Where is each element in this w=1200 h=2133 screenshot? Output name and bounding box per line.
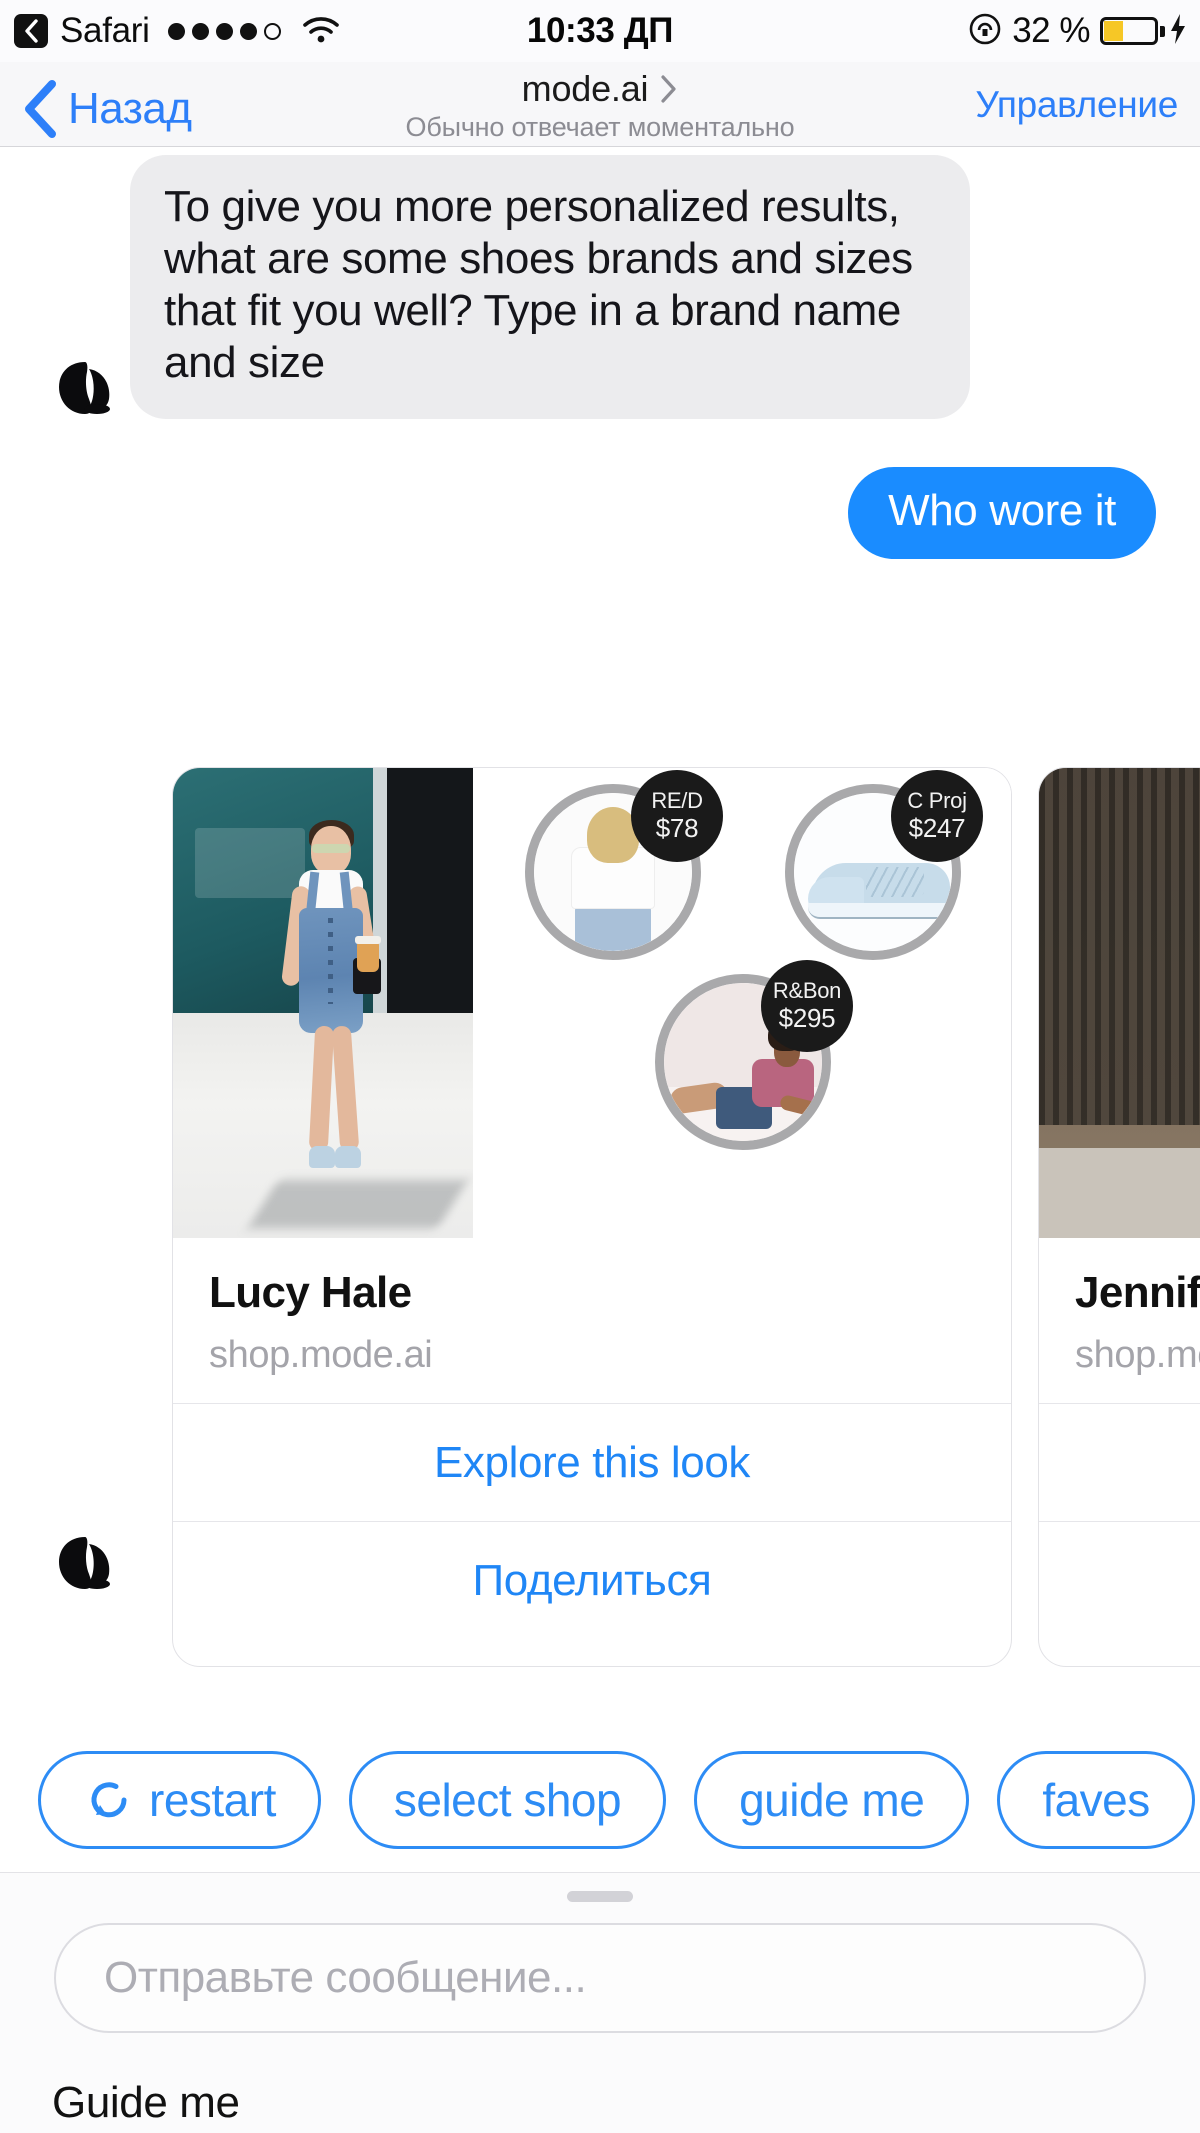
composer-bar: Отправьте сообщение... Guide me <box>0 1872 1200 2133</box>
refresh-icon <box>91 1782 127 1818</box>
product-brand: RE/D <box>651 788 703 814</box>
battery-icon <box>1100 17 1165 45</box>
card-hero <box>1039 768 1200 1238</box>
message-row-outgoing: Who wore it <box>848 467 1156 560</box>
card-hero: RE/D $78 C Proj $247 R&Bon $295 <box>173 768 1011 1238</box>
chevron-right-icon <box>661 75 676 103</box>
message-list[interactable]: To give you more personalized results, w… <box>0 147 1200 1723</box>
product-price-badge[interactable]: C Proj $247 <box>891 770 983 862</box>
look-photo <box>173 768 473 1238</box>
product-card-carousel[interactable]: RE/D $78 C Proj $247 R&Bon $295 Lucy Hal… <box>0 767 1200 1697</box>
quick-reply-label: select shop <box>393 1774 622 1826</box>
quick-reply-label: restart <box>149 1774 276 1826</box>
message-bubble-incoming[interactable]: To give you more personalized results, w… <box>130 155 970 419</box>
messenger-screen: Safari 10:33 ДП 32 % Назад mode.ai Обычн… <box>0 0 1200 2133</box>
explore-this-look-button[interactable]: Explore this look <box>173 1404 1011 1522</box>
lightning-bolt-icon <box>1168 13 1188 50</box>
product-brand: R&Bon <box>772 978 842 1004</box>
rotation-lock-icon <box>968 12 1002 51</box>
quick-reply-label: guide me <box>739 1774 925 1826</box>
quick-reply-restart[interactable]: restart <box>38 1751 321 1849</box>
message-input-placeholder: Отправьте сообщение... <box>104 1953 587 2002</box>
quick-reply-select-shop[interactable]: select shop <box>348 1751 667 1849</box>
card-title: Jennifer <box>1075 1268 1200 1317</box>
avatar <box>54 357 116 419</box>
manage-button[interactable]: Управление <box>975 84 1178 126</box>
status-bar-right: 32 % <box>968 11 1200 51</box>
product-price: $78 <box>655 812 699 843</box>
mode-ai-avatar-icon <box>59 361 110 414</box>
bottom-hint-text: Guide me <box>52 2078 240 2127</box>
message-text: Who wore it <box>888 486 1116 535</box>
product-price-badge[interactable]: RE/D $78 <box>631 770 723 862</box>
page-title: mode.ai <box>521 68 649 109</box>
product-price: $295 <box>778 1002 836 1033</box>
product-card[interactable]: Jennifer shop.mode.ai <box>1038 767 1200 1667</box>
explore-this-look-button[interactable] <box>1039 1404 1200 1522</box>
card-text-block: Jennifer shop.mode.ai <box>1039 1238 1200 1404</box>
status-bar: Safari 10:33 ДП 32 % <box>0 0 1200 62</box>
product-brand: C Proj <box>907 788 967 814</box>
message-input[interactable]: Отправьте сообщение... <box>54 1923 1146 2033</box>
battery-percent-label: 32 % <box>1012 11 1090 50</box>
product-card[interactable]: RE/D $78 C Proj $247 R&Bon $295 Lucy Hal… <box>172 767 1012 1667</box>
quick-reply-bar[interactable]: restart select shop guide me faves <box>0 1740 1200 1860</box>
share-button[interactable]: Поделиться <box>173 1522 1011 1640</box>
conversation-subtitle: Обычно отвечает моментально <box>405 112 795 142</box>
card-title: Lucy Hale <box>209 1268 412 1317</box>
quick-reply-label: faves <box>1042 1774 1150 1826</box>
navigation-bar: Назад mode.ai Обычно отвечает моментальн… <box>0 62 1200 147</box>
message-text: To give you more personalized results, w… <box>164 182 913 387</box>
drag-handle-icon[interactable] <box>567 1891 633 1902</box>
card-text-block: Lucy Hale shop.mode.ai <box>173 1238 1011 1404</box>
product-thumbnails: RE/D $78 C Proj $247 R&Bon $295 <box>473 768 1011 1238</box>
card-subtitle: shop.mode.ai <box>209 1334 433 1376</box>
product-price: $247 <box>908 812 966 843</box>
conversation-title-row: mode.ai <box>522 68 679 110</box>
quick-reply-faves[interactable]: faves <box>997 1751 1195 1849</box>
share-button[interactable] <box>1039 1522 1200 1640</box>
message-row-incoming: To give you more personalized results, w… <box>54 155 970 419</box>
message-bubble-outgoing[interactable]: Who wore it <box>848 467 1156 560</box>
quick-reply-guide-me[interactable]: guide me <box>694 1751 970 1849</box>
product-price-badge[interactable]: R&Bon $295 <box>761 960 853 1052</box>
card-subtitle: shop.mode.ai <box>1075 1334 1200 1376</box>
